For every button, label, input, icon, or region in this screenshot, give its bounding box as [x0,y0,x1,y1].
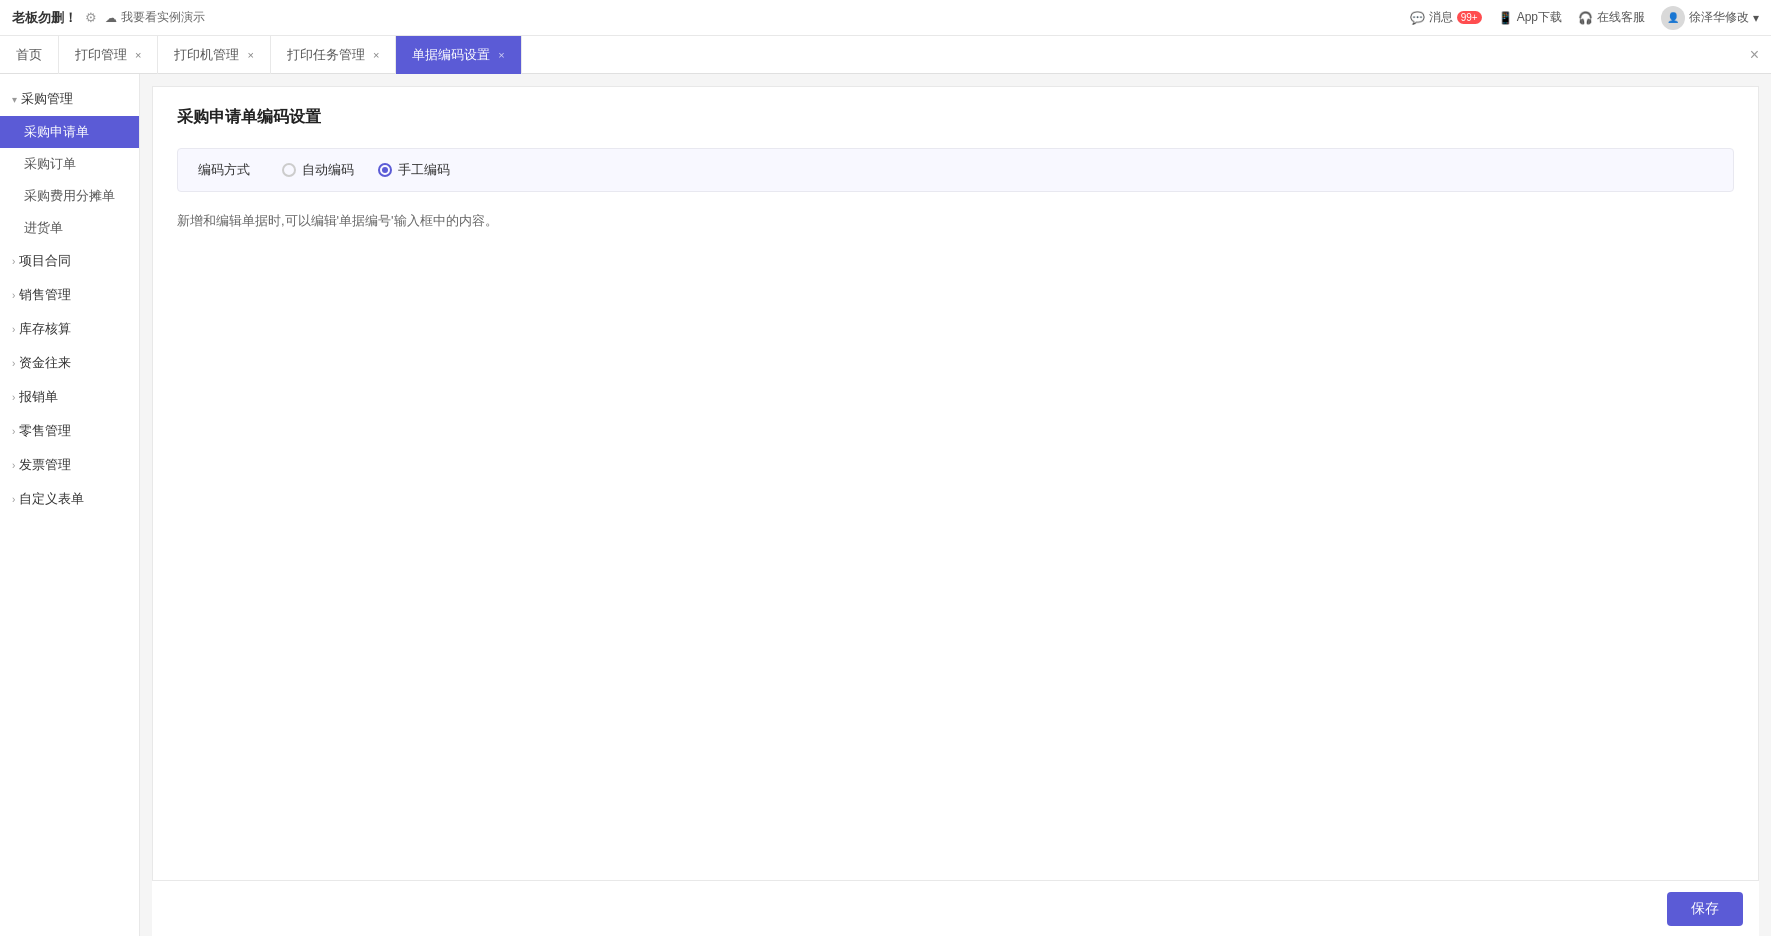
hint-text: 新增和编辑单据时,可以编辑'单据编号'输入框中的内容。 [177,212,1734,230]
top-bar-left: 老板勿删！ ⚙ ☁ 我要看实例演示 [12,9,205,27]
sidebar-group-invoice[interactable]: › 发票管理 [0,448,139,482]
message-label: 消息 [1429,9,1453,26]
radio-manual-code[interactable]: 手工编码 [378,161,450,179]
tab-printer-mgmt-label: 打印机管理 [174,46,239,64]
demo-link[interactable]: ☁ 我要看实例演示 [105,9,205,26]
cloud-icon: ☁ [105,11,117,25]
encoding-label: 编码方式 [198,161,250,179]
arrow-down-icon: ▾ [12,94,17,105]
tab-single-barcode[interactable]: 单据编码设置 × [396,36,521,74]
sidebar-group-purchase: ▾ 采购管理 采购申请单 采购订单 采购费用分摊单 进货单 [0,82,139,244]
brand-label: 老板勿删！ [12,9,77,27]
arrow-right-icon-2: › [12,290,15,301]
page-title: 采购申请单编码设置 [177,107,1734,128]
radio-auto-circle [282,163,296,177]
phone-icon: 📱 [1498,11,1513,25]
sidebar-group-returns[interactable]: › 报销单 [0,380,139,414]
arrow-right-icon-8: › [12,494,15,505]
sidebar-item-purchase-expense[interactable]: 采购费用分摊单 [0,180,139,212]
radio-auto-code[interactable]: 自动编码 [282,161,354,179]
sidebar-group-project-label: 项目合同 [19,252,71,270]
encoding-section: 编码方式 自动编码 手工编码 [177,148,1734,192]
tab-printer-mgmt[interactable]: 打印机管理 × [158,36,270,74]
sidebar-group-purchase-title[interactable]: ▾ 采购管理 [0,82,139,116]
message-icon: 💬 [1410,11,1425,25]
footer-bar: 保存 [152,880,1759,936]
tab-bar: 首页 打印管理 × 打印机管理 × 打印任务管理 × 单据编码设置 × × [0,36,1771,74]
message-button[interactable]: 💬 消息 99+ [1410,9,1482,26]
sidebar-group-funds-label: 资金往来 [19,354,71,372]
sidebar-group-funds[interactable]: › 资金往来 [0,346,139,380]
radio-group: 自动编码 手工编码 [282,161,450,179]
sidebar-group-retail-label: 零售管理 [19,422,71,440]
sidebar-item-purchase-request[interactable]: 采购申请单 [0,116,139,148]
top-bar: 老板勿删！ ⚙ ☁ 我要看实例演示 💬 消息 99+ 📱 App下载 🎧 在线客… [0,0,1771,36]
radio-manual-circle [378,163,392,177]
sidebar-group-custom-forms-label: 自定义表单 [19,490,84,508]
settings-icon[interactable]: ⚙ [85,10,97,25]
tab-print-task-mgmt-close[interactable]: × [373,49,379,61]
tab-printer-mgmt-close[interactable]: × [247,49,253,61]
arrow-right-icon-7: › [12,460,15,471]
sidebar: ▾ 采购管理 采购申请单 采购订单 采购费用分摊单 进货单 › 项目合同 › 销… [0,74,140,936]
sidebar-group-purchase-label: 采购管理 [21,90,73,108]
arrow-right-icon-6: › [12,426,15,437]
tab-print-task-mgmt[interactable]: 打印任务管理 × [271,36,396,74]
auto-code-label: 自动编码 [302,161,354,179]
content-area: 采购申请单编码设置 编码方式 自动编码 手工编码 新增和编辑单据时,可以编辑'单… [152,86,1759,880]
message-badge: 99+ [1457,11,1482,24]
arrow-right-icon-1: › [12,256,15,267]
arrow-right-icon-3: › [12,324,15,335]
sidebar-group-inventory-label: 库存核算 [19,320,71,338]
sidebar-item-purchase-order[interactable]: 采购订单 [0,148,139,180]
app-download-label: App下载 [1517,9,1562,26]
top-bar-right: 💬 消息 99+ 📱 App下载 🎧 在线客服 👤 徐泽华修改 ▾ [1410,6,1759,30]
tab-print-mgmt-close[interactable]: × [135,49,141,61]
manual-code-label: 手工编码 [398,161,450,179]
online-service-button[interactable]: 🎧 在线客服 [1578,9,1645,26]
tab-print-task-mgmt-label: 打印任务管理 [287,46,365,64]
sidebar-group-invoice-label: 发票管理 [19,456,71,474]
user-dropdown-icon: ▾ [1753,11,1759,25]
online-service-label: 在线客服 [1597,9,1645,26]
layout: ▾ 采购管理 采购申请单 采购订单 采购费用分摊单 进货单 › 项目合同 › 销… [0,74,1771,936]
app-download-button[interactable]: 📱 App下载 [1498,9,1562,26]
tab-bar-close-all[interactable]: × [1738,46,1771,64]
headset-icon: 🎧 [1578,11,1593,25]
sidebar-item-stock-in[interactable]: 进货单 [0,212,139,244]
sidebar-group-custom-forms[interactable]: › 自定义表单 [0,482,139,516]
save-button[interactable]: 保存 [1667,892,1743,926]
sidebar-group-project-contract[interactable]: › 项目合同 [0,244,139,278]
tab-home-label: 首页 [16,46,42,64]
arrow-right-icon-4: › [12,358,15,369]
sidebar-group-sales-label: 销售管理 [19,286,71,304]
user-menu[interactable]: 👤 徐泽华修改 ▾ [1661,6,1759,30]
sidebar-group-sales-mgmt[interactable]: › 销售管理 [0,278,139,312]
tab-single-barcode-close[interactable]: × [498,49,504,61]
tab-print-mgmt-label: 打印管理 [75,46,127,64]
sidebar-group-retail[interactable]: › 零售管理 [0,414,139,448]
sidebar-group-inventory[interactable]: › 库存核算 [0,312,139,346]
user-name: 徐泽华修改 [1689,9,1749,26]
arrow-right-icon-5: › [12,392,15,403]
demo-text: 我要看实例演示 [121,9,205,26]
tab-home[interactable]: 首页 [0,36,59,74]
avatar: 👤 [1661,6,1685,30]
tab-single-barcode-label: 单据编码设置 [412,46,490,64]
tab-print-mgmt[interactable]: 打印管理 × [59,36,158,74]
main-content: 采购申请单编码设置 编码方式 自动编码 手工编码 新增和编辑单据时,可以编辑'单… [140,74,1771,936]
sidebar-group-returns-label: 报销单 [19,388,58,406]
